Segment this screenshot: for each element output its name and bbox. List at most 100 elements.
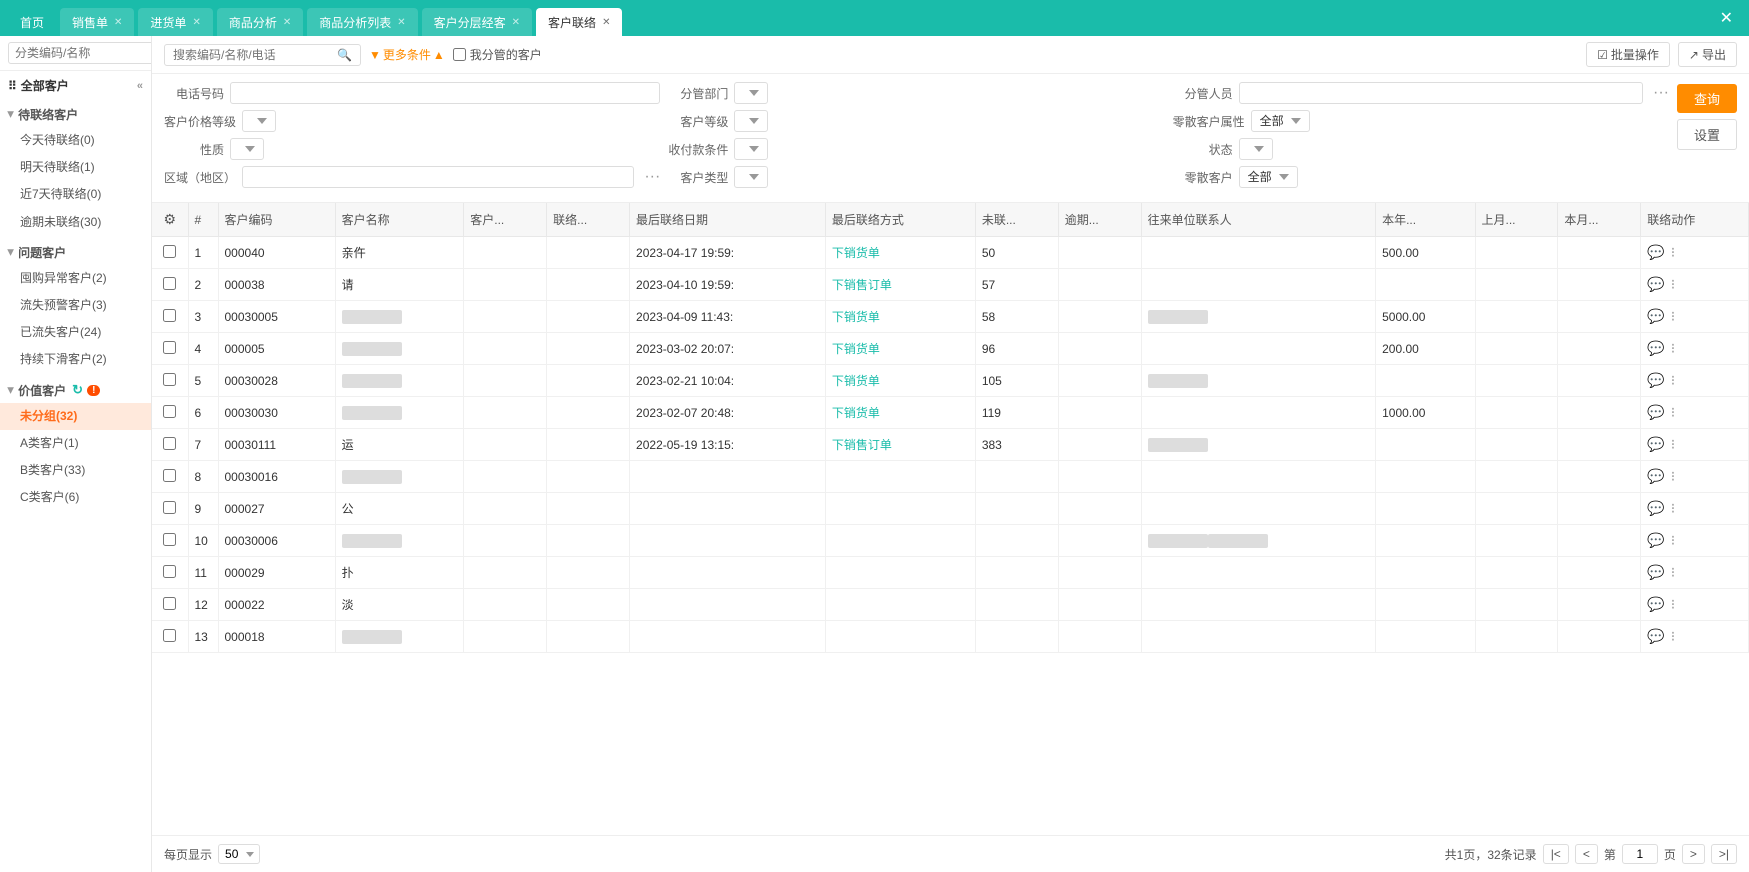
my-customers-checkbox[interactable] bbox=[453, 48, 466, 61]
region-input[interactable] bbox=[242, 166, 634, 188]
not-contacted-column-header[interactable]: 未联... bbox=[975, 203, 1058, 237]
contact-icon[interactable]: 💬 bbox=[1647, 340, 1664, 357]
contact-column-header[interactable]: 联络... bbox=[547, 203, 630, 237]
close-icon[interactable]: ✕ bbox=[192, 17, 200, 28]
last-method-link[interactable]: 下销货单 bbox=[832, 406, 880, 420]
category-search-input[interactable] bbox=[8, 42, 152, 64]
row-checkbox[interactable] bbox=[163, 309, 176, 322]
contact-icon[interactable]: 💬 bbox=[1647, 276, 1664, 293]
row-checkbox[interactable] bbox=[163, 533, 176, 546]
partner-contact-column-header[interactable]: 往来单位联系人 bbox=[1141, 203, 1376, 237]
close-icon[interactable]: ✕ bbox=[114, 17, 122, 28]
refresh-icon[interactable]: ↻ bbox=[72, 382, 83, 398]
row-checkbox[interactable] bbox=[163, 373, 176, 386]
query-button[interactable]: 查询 bbox=[1677, 84, 1737, 113]
row-checkbox[interactable] bbox=[163, 437, 176, 450]
overdue-column-header[interactable]: 逾期... bbox=[1058, 203, 1141, 237]
close-all-tabs-button[interactable]: ✕ bbox=[1712, 8, 1741, 28]
close-icon[interactable]: ✕ bbox=[512, 17, 520, 28]
contact-icon[interactable]: 💬 bbox=[1647, 564, 1664, 581]
phone-input[interactable] bbox=[230, 82, 660, 104]
contact-icon[interactable]: 💬 bbox=[1647, 244, 1664, 261]
status-select[interactable] bbox=[1239, 138, 1273, 160]
page-number-input[interactable] bbox=[1622, 844, 1658, 864]
close-icon[interactable]: ✕ bbox=[397, 17, 405, 28]
close-icon[interactable]: ✕ bbox=[283, 17, 291, 28]
more-action-icon[interactable]: ⁝ bbox=[1671, 404, 1675, 421]
prev-page-button[interactable]: < bbox=[1575, 844, 1598, 864]
payment-select[interactable] bbox=[734, 138, 768, 160]
nature-select[interactable] bbox=[230, 138, 264, 160]
last-method-link[interactable]: 下销售订单 bbox=[832, 278, 892, 292]
contact-icon[interactable]: 💬 bbox=[1647, 404, 1664, 421]
per-page-select[interactable]: 50 bbox=[218, 844, 260, 864]
last-page-button[interactable]: >| bbox=[1711, 844, 1737, 864]
more-action-icon[interactable]: ⁝ bbox=[1671, 500, 1675, 517]
more-action-icon[interactable]: ⁝ bbox=[1671, 340, 1675, 357]
last-contact-method-column-header[interactable]: 最后联络方式 bbox=[825, 203, 975, 237]
last-method-link[interactable]: 下销货单 bbox=[832, 374, 880, 388]
sidebar-item-churn-warning[interactable]: 流失预警客户(3) bbox=[0, 292, 151, 319]
more-icon[interactable]: ··· bbox=[1653, 84, 1669, 102]
sidebar-group-pending-title[interactable]: ▶ 待联络客户 bbox=[0, 102, 151, 127]
last-method-link[interactable]: 下销货单 bbox=[832, 246, 880, 260]
customer-type-select[interactable] bbox=[734, 166, 768, 188]
row-checkbox[interactable] bbox=[163, 565, 176, 578]
row-checkbox[interactable] bbox=[163, 405, 176, 418]
last-method-link[interactable]: 下销货单 bbox=[832, 342, 880, 356]
row-checkbox[interactable] bbox=[163, 501, 176, 514]
sidebar-item-overdue-pending[interactable]: 逾期未联络(30) bbox=[0, 209, 151, 236]
more-action-icon[interactable]: ⁝ bbox=[1671, 628, 1675, 645]
sidebar-item-class-a[interactable]: A类客户(1) bbox=[0, 430, 151, 457]
sidebar-item-class-c[interactable]: C类客户(6) bbox=[0, 484, 151, 511]
this-month-column-header[interactable]: 本月... bbox=[1558, 203, 1641, 237]
more-action-icon[interactable]: ⁝ bbox=[1671, 596, 1675, 613]
more-action-icon[interactable]: ⁝ bbox=[1671, 436, 1675, 453]
last-method-link[interactable]: 下销售订单 bbox=[832, 438, 892, 452]
retail-customer-select[interactable]: 全部 bbox=[1239, 166, 1298, 188]
row-checkbox[interactable] bbox=[163, 341, 176, 354]
tab-customer-contact[interactable]: 客户联络 ✕ bbox=[536, 8, 622, 36]
reset-button[interactable]: 设置 bbox=[1677, 119, 1737, 150]
more-action-icon[interactable]: ⁝ bbox=[1671, 532, 1675, 549]
gear-icon[interactable]: ⚙ bbox=[163, 211, 176, 227]
contact-icon[interactable]: 💬 bbox=[1647, 532, 1664, 549]
more-icon[interactable]: ··· bbox=[644, 168, 660, 186]
last-month-column-header[interactable]: 上月... bbox=[1475, 203, 1558, 237]
tab-product-analysis-list[interactable]: 商品分析列表 ✕ bbox=[307, 8, 417, 36]
tab-sales-order[interactable]: 销售单 ✕ bbox=[60, 8, 134, 36]
row-checkbox[interactable] bbox=[163, 245, 176, 258]
batch-operations-button[interactable]: ☑ 批量操作 bbox=[1586, 42, 1670, 67]
sidebar-group-problem-title[interactable]: ▶ 问题客户 bbox=[0, 240, 151, 265]
tab-customer-tier[interactable]: 客户分层经客 ✕ bbox=[422, 8, 532, 36]
row-checkbox[interactable] bbox=[163, 597, 176, 610]
retail-attr-select[interactable]: 全部 bbox=[1251, 110, 1310, 132]
my-customers-filter[interactable]: 我分管的客户 bbox=[453, 46, 542, 63]
last-method-link[interactable]: 下销货单 bbox=[832, 310, 880, 324]
first-page-button[interactable]: |< bbox=[1543, 844, 1569, 864]
settings-column-header[interactable]: ⚙ bbox=[152, 203, 188, 237]
sidebar-group-value-title[interactable]: ▶ 价值客户 ↻ ! bbox=[0, 378, 151, 403]
sidebar-item-abnormal[interactable]: 囤购异常客户(2) bbox=[0, 265, 151, 292]
next-page-button[interactable]: > bbox=[1682, 844, 1705, 864]
search-icon[interactable]: 🔍 bbox=[337, 48, 352, 62]
customer-code-column-header[interactable]: 客户编码 bbox=[218, 203, 335, 237]
row-checkbox[interactable] bbox=[163, 469, 176, 482]
tab-product-analysis[interactable]: 商品分析 ✕ bbox=[217, 8, 303, 36]
sidebar-item-ungrouped[interactable]: 未分组(32) bbox=[0, 403, 151, 430]
sidebar-item-declining[interactable]: 持续下滑客户(2) bbox=[0, 346, 151, 373]
tab-purchase-order[interactable]: 进货单 ✕ bbox=[138, 8, 212, 36]
sidebar-item-today-pending[interactable]: 今天待联络(0) bbox=[0, 127, 151, 154]
contact-icon[interactable]: 💬 bbox=[1647, 308, 1664, 325]
contact-icon[interactable]: 💬 bbox=[1647, 372, 1664, 389]
more-action-icon[interactable]: ⁝ bbox=[1671, 372, 1675, 389]
this-year-column-header[interactable]: 本年... bbox=[1376, 203, 1475, 237]
person-input[interactable] bbox=[1239, 82, 1643, 104]
contact-icon[interactable]: 💬 bbox=[1647, 468, 1664, 485]
export-button[interactable]: ↗ 导出 bbox=[1678, 42, 1737, 67]
more-action-icon[interactable]: ⁝ bbox=[1671, 244, 1675, 261]
collapse-sidebar-button[interactable]: « bbox=[137, 80, 143, 92]
sidebar-item-tomorrow-pending[interactable]: 明天待联络(1) bbox=[0, 154, 151, 181]
contact-icon[interactable]: 💬 bbox=[1647, 500, 1664, 517]
close-icon[interactable]: ✕ bbox=[602, 17, 610, 28]
